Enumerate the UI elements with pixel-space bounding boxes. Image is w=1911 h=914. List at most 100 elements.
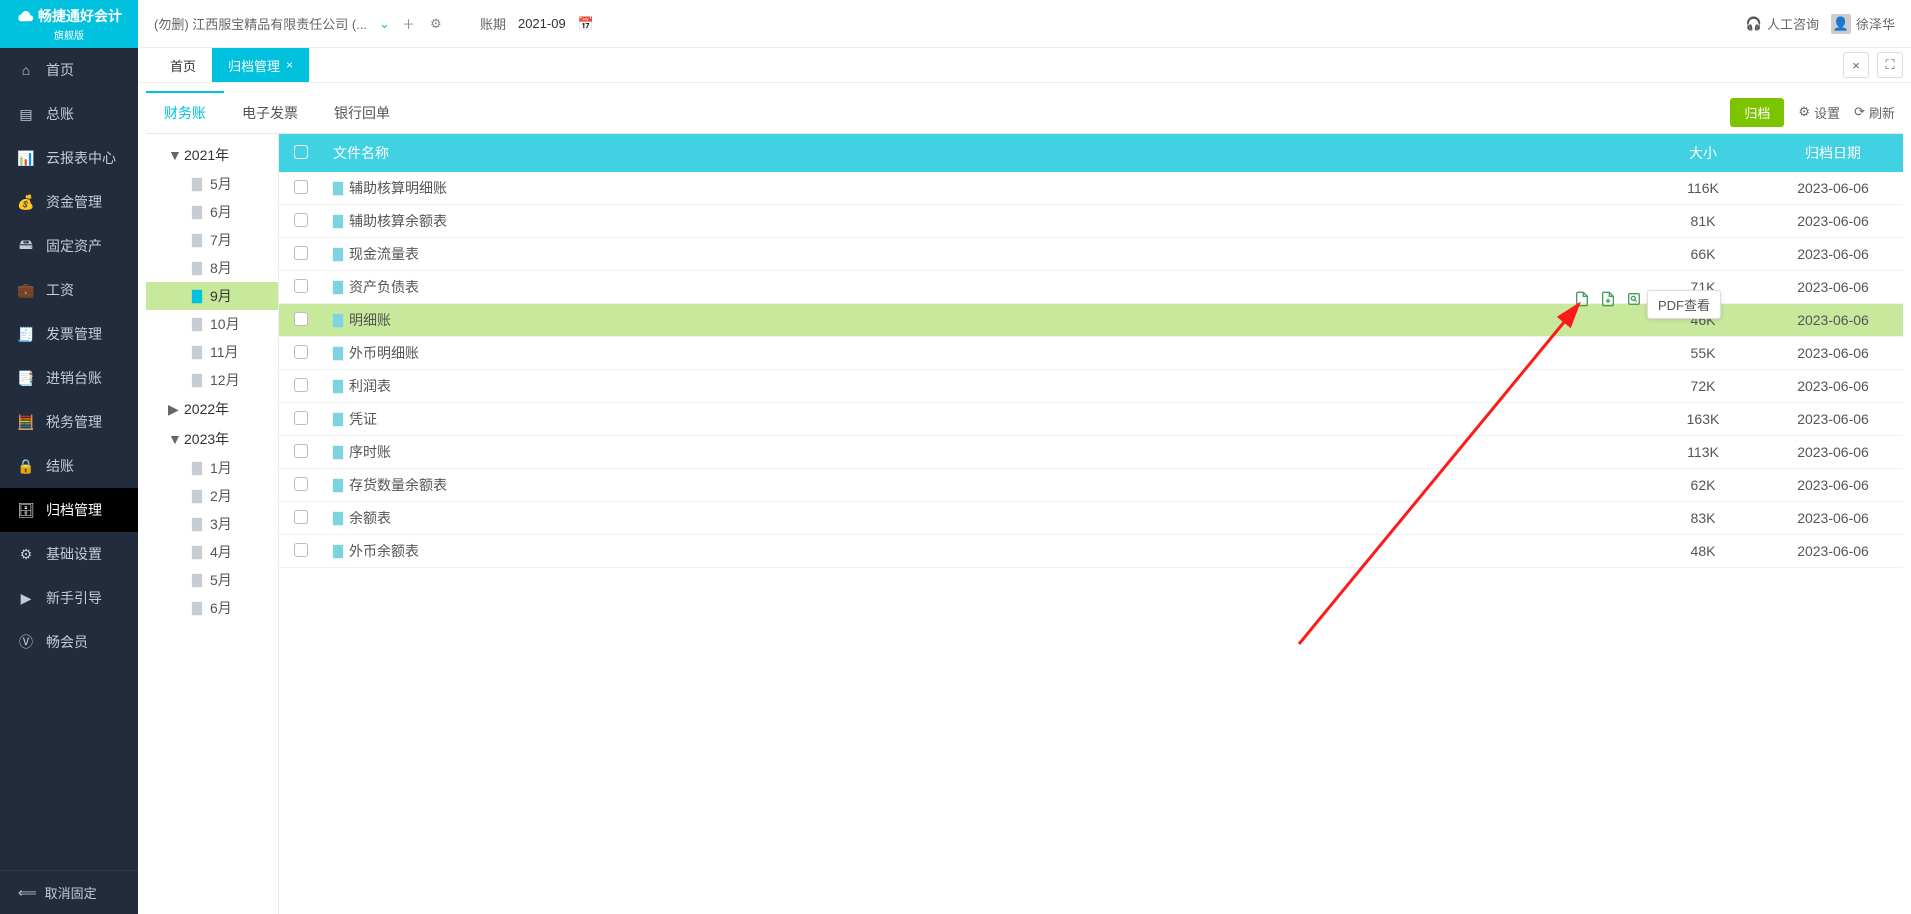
nav-item-9[interactable]: 🔒结账 (0, 444, 138, 488)
tree-month[interactable]: ▇8月 (146, 254, 278, 282)
user-menu[interactable]: 👤 徐泽华 (1831, 14, 1895, 34)
nav-item-2[interactable]: 📊云报表中心 (0, 136, 138, 180)
row-checkbox[interactable] (279, 403, 323, 436)
header-name: 文件名称 (323, 134, 1643, 172)
period-value[interactable]: 2021-09 (518, 16, 566, 31)
folder-icon: ▇ (333, 312, 343, 328)
table-row[interactable]: ▇凭证 163K 2023-06-06 (279, 403, 1903, 436)
tree-month[interactable]: ▇6月 (146, 198, 278, 226)
folder-icon: ▇ (192, 344, 202, 360)
tree-month[interactable]: ▇2月 (146, 482, 278, 510)
tree-month[interactable]: ▇4月 (146, 538, 278, 566)
nav-item-3[interactable]: 💰资金管理 (0, 180, 138, 224)
subtab-0[interactable]: 财务账 (146, 91, 224, 133)
tree-month[interactable]: ▇3月 (146, 510, 278, 538)
folder-icon: ▇ (333, 477, 343, 493)
pdf-preview-icon[interactable] (1625, 290, 1643, 308)
refresh-link[interactable]: ⟳刷新 (1854, 103, 1895, 122)
tree-month[interactable]: ▇9月 (146, 282, 278, 310)
nav-item-10[interactable]: 🗄归档管理 (0, 488, 138, 532)
row-checkbox[interactable] (279, 304, 323, 337)
nav-item-7[interactable]: 📑进销台账 (0, 356, 138, 400)
consult-label: 人工咨询 (1767, 14, 1819, 33)
company-selector[interactable]: (勿删) 江西服宝精品有限责任公司 (... (154, 14, 367, 33)
row-checkbox[interactable] (279, 271, 323, 304)
table-row[interactable]: ▇辅助核算明细账 116K 2023-06-06 (279, 172, 1903, 205)
month-label: 5月 (210, 570, 232, 590)
row-checkbox[interactable] (279, 370, 323, 403)
table-row[interactable]: ▇外币余额表 48K 2023-06-06 (279, 535, 1903, 568)
table-wrap: 文件名称 大小 归档日期 ▇辅助核算明细账 116K 2023-06-06 ▇辅… (279, 134, 1903, 914)
nav-label: 基础设置 (46, 544, 102, 564)
nav-item-13[interactable]: Ⓥ畅会员 (0, 620, 138, 664)
fullscreen-icon[interactable]: ⛶ (1877, 52, 1903, 78)
table-row[interactable]: ▇辅助核算余额表 81K 2023-06-06 (279, 205, 1903, 238)
tree-month[interactable]: ▇1月 (146, 454, 278, 482)
tab-archive[interactable]: 归档管理 × (212, 48, 309, 82)
tab-close-button[interactable]: × (1843, 52, 1869, 78)
close-icon[interactable]: × (286, 58, 293, 72)
archive-button[interactable]: 归档 (1730, 98, 1784, 127)
nav-icon: ⌂ (18, 62, 34, 78)
table-row[interactable]: ▇外币明细账 55K 2023-06-06 (279, 337, 1903, 370)
settings-link[interactable]: ⚙设置 (1798, 103, 1840, 122)
plus-icon[interactable]: ＋ (402, 14, 418, 33)
row-checkbox[interactable] (279, 502, 323, 535)
subtab-2[interactable]: 银行回单 (316, 91, 408, 133)
row-checkbox[interactable] (279, 469, 323, 502)
file-name: 外币余额表 (349, 541, 419, 561)
header-checkbox[interactable] (279, 134, 323, 172)
consult-link[interactable]: 🎧 人工咨询 (1746, 14, 1819, 33)
tree-month[interactable]: ▇12月 (146, 366, 278, 394)
table-row[interactable]: ▇余额表 83K 2023-06-06 (279, 502, 1903, 535)
tree-month[interactable]: ▇7月 (146, 226, 278, 254)
table-row[interactable]: ▇现金流量表 66K 2023-06-06 (279, 238, 1903, 271)
subtab-1[interactable]: 电子发票 (224, 91, 316, 133)
chevron-down-icon[interactable]: ⌄ (379, 16, 390, 32)
file-name: 余额表 (349, 508, 391, 528)
tree-month[interactable]: ▇ 11月 (146, 338, 278, 366)
tree-year[interactable]: ▼2021年 (146, 140, 278, 170)
calendar-icon[interactable]: 📅 (578, 16, 594, 32)
nav-item-1[interactable]: ▤总账 (0, 92, 138, 136)
nav-item-5[interactable]: 💼工资 (0, 268, 138, 312)
tab-home[interactable]: 首页 (154, 48, 212, 82)
year-label: 2021年 (184, 145, 229, 165)
row-checkbox[interactable] (279, 238, 323, 271)
pdf-download-icon[interactable] (1599, 290, 1617, 308)
row-checkbox[interactable] (279, 436, 323, 469)
nav-item-6[interactable]: 🧾发票管理 (0, 312, 138, 356)
table-row[interactable]: ▇序时账 113K 2023-06-06 (279, 436, 1903, 469)
nav-item-0[interactable]: ⌂首页 (0, 48, 138, 92)
tree-month[interactable]: ▇5月 (146, 566, 278, 594)
row-checkbox[interactable] (279, 205, 323, 238)
row-checkbox[interactable] (279, 172, 323, 205)
nav-item-8[interactable]: 🧮税务管理 (0, 400, 138, 444)
tree-month[interactable]: ▇5月 (146, 170, 278, 198)
nav-icon: 💰 (18, 194, 34, 210)
row-checkbox[interactable] (279, 337, 323, 370)
table-row[interactable]: ▇存货数量余额表 62K 2023-06-06 (279, 469, 1903, 502)
nav-item-4[interactable]: 🖴固定资产 (0, 224, 138, 268)
file-rename-icon[interactable] (1573, 290, 1591, 308)
table-row[interactable]: ▇利润表 72K 2023-06-06 (279, 370, 1903, 403)
gear-icon[interactable]: ⚙ (430, 16, 446, 32)
row-checkbox[interactable] (279, 535, 323, 568)
brand-edition: 旗舰版 (54, 27, 84, 42)
tree-year[interactable]: ▶2022年 (146, 394, 278, 424)
tree-year[interactable]: ▼2023年 (146, 424, 278, 454)
folder-icon: ▇ (192, 372, 202, 388)
nav-item-11[interactable]: ⚙基础设置 (0, 532, 138, 576)
cloud-icon (16, 9, 34, 23)
tree-month[interactable]: ▇6月 (146, 594, 278, 622)
nav-icon: 📑 (18, 370, 34, 386)
folder-icon: ▇ (192, 544, 202, 560)
nav-item-12[interactable]: ▶新手引导 (0, 576, 138, 620)
nav: ⌂首页▤总账📊云报表中心💰资金管理🖴固定资产💼工资🧾发票管理📑进销台账🧮税务管理… (0, 48, 138, 870)
cell-name: ▇存货数量余额表 (323, 469, 1643, 502)
sidebar-footer[interactable]: ⟸ 取消固定 (0, 870, 138, 914)
settings-label: 设置 (1814, 103, 1840, 122)
month-label: 7月 (210, 230, 232, 250)
tree-month[interactable]: ▇10月 (146, 310, 278, 338)
month-label: 11月 (210, 342, 239, 362)
